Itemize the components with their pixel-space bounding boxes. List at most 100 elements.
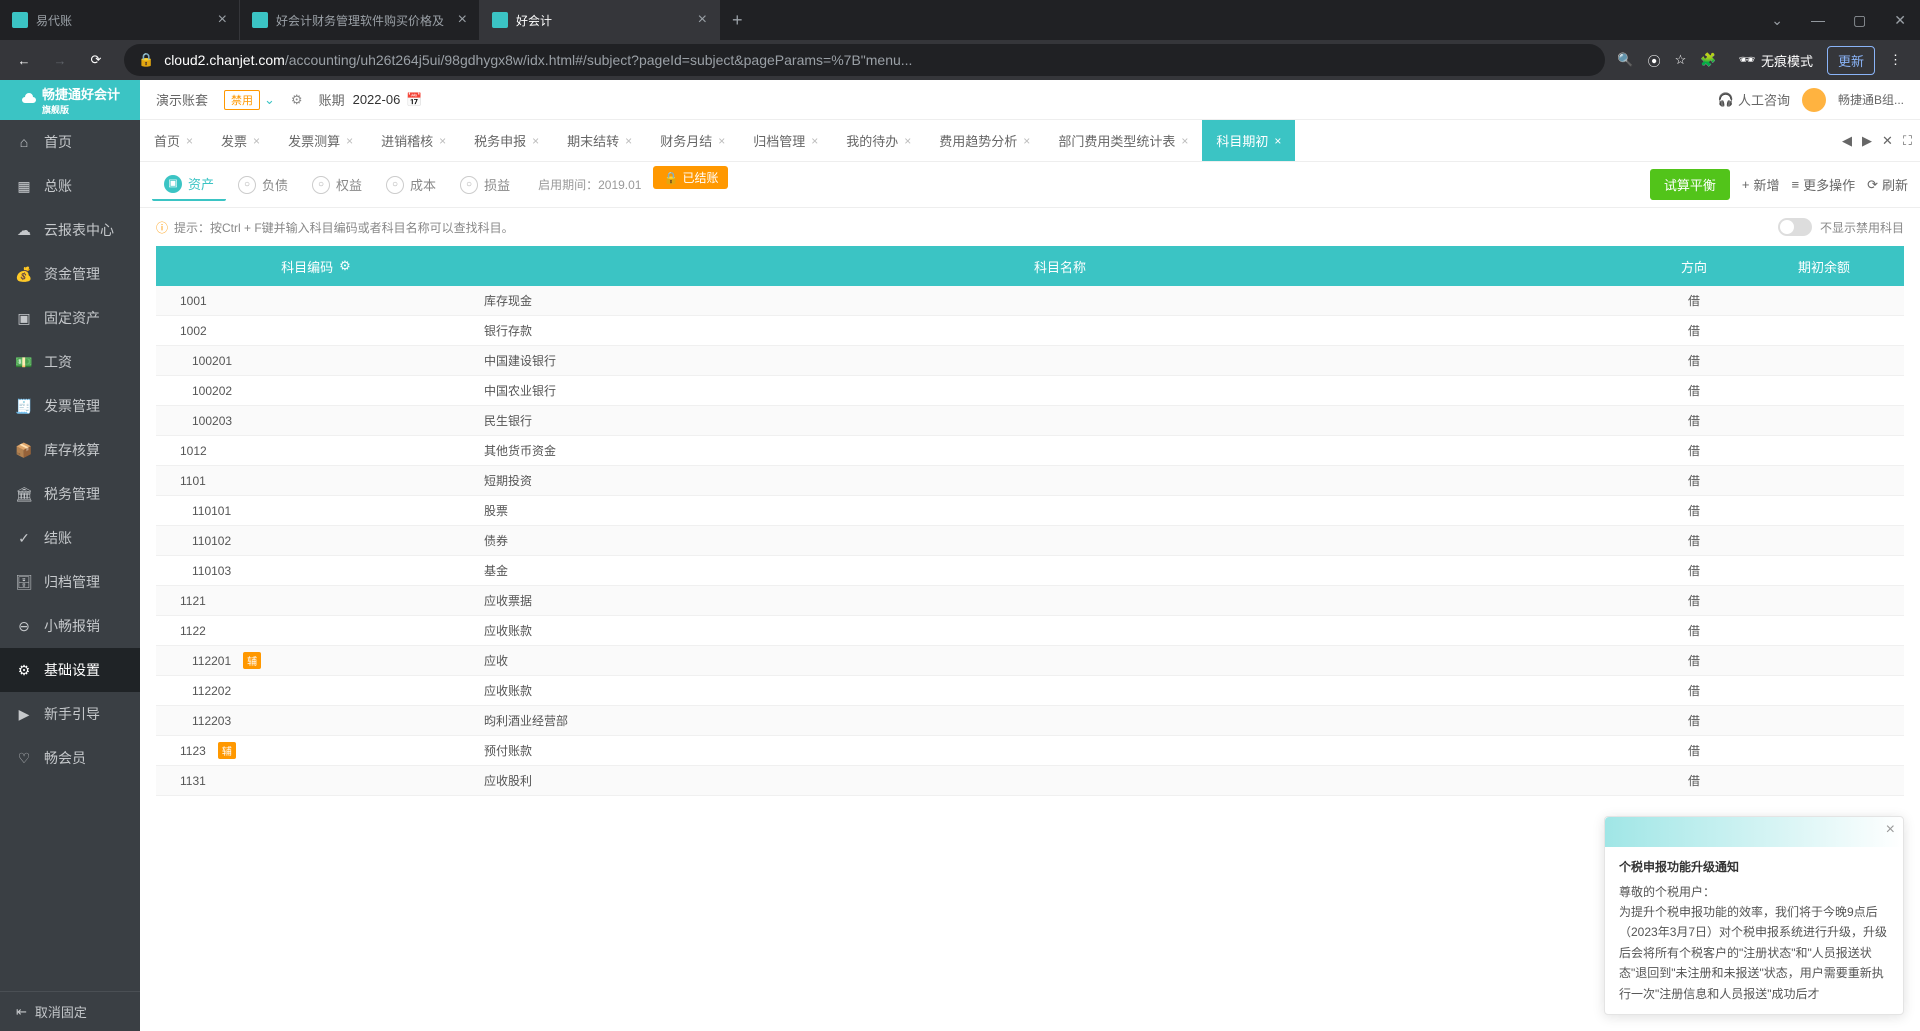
translate-icon[interactable]: ⦿ (1648, 51, 1661, 70)
table-row[interactable]: 112202应收账款借 (156, 676, 1904, 706)
table-row[interactable]: 1123辅预付账款借 (156, 736, 1904, 766)
page-tab[interactable]: 期末结转× (553, 120, 646, 161)
calendar-icon[interactable]: 📅 (406, 92, 422, 108)
reload-button[interactable]: ⟳ (80, 44, 112, 76)
new-tab-button[interactable]: + (720, 0, 755, 40)
zoom-icon[interactable]: 🔍 (1617, 52, 1633, 68)
page-tab[interactable]: 科目期初× (1202, 120, 1295, 161)
page-tab[interactable]: 税务申报× (460, 120, 553, 161)
close-icon[interactable]: × (253, 134, 260, 148)
menu-icon[interactable]: ⋮ (1879, 52, 1912, 68)
page-tab[interactable]: 进销稽核× (367, 120, 460, 161)
gear-icon[interactable]: ⚙ (339, 258, 351, 274)
close-icon[interactable]: × (718, 134, 725, 148)
table-row[interactable]: 1002银行存款借 (156, 316, 1904, 346)
sidebar-item[interactable]: 🏛税务管理 (0, 472, 140, 516)
sidebar-item[interactable]: ⊖小畅报销 (0, 604, 140, 648)
table-row[interactable]: 112203昀利酒业经营部借 (156, 706, 1904, 736)
tabs-next-icon[interactable]: ▶ (1862, 133, 1872, 149)
period-value[interactable]: 2022-06 (353, 92, 401, 107)
close-icon[interactable]: × (625, 134, 632, 148)
page-tab[interactable]: 我的待办× (832, 120, 925, 161)
sidebar-pin-toggle[interactable]: ⇤ 取消固定 (0, 991, 140, 1031)
close-icon[interactable]: × (698, 11, 707, 29)
account-set[interactable]: 演示账套 (156, 90, 208, 109)
close-icon[interactable]: × (1886, 821, 1895, 839)
sidebar-item[interactable]: ☁云报表中心 (0, 208, 140, 252)
extensions-icon[interactable]: 🧩 (1700, 52, 1716, 68)
sidebar-item[interactable]: ▦总账 (0, 164, 140, 208)
avatar[interactable] (1802, 88, 1826, 112)
page-tab[interactable]: 首页× (140, 120, 207, 161)
close-icon[interactable]: × (186, 134, 193, 148)
sidebar-item[interactable]: 💰资金管理 (0, 252, 140, 296)
close-icon[interactable]: × (532, 134, 539, 148)
consult-button[interactable]: 🎧 人工咨询 (1718, 90, 1790, 109)
page-tab[interactable]: 发票测算× (274, 120, 367, 161)
table-row[interactable]: 110102债券借 (156, 526, 1904, 556)
close-icon[interactable]: × (218, 11, 227, 29)
chevron-down-icon[interactable]: ⌄ (264, 92, 275, 108)
sidebar-item[interactable]: ⚙基础设置 (0, 648, 140, 692)
user-name[interactable]: 畅捷通B组... (1838, 91, 1904, 108)
tabs-prev-icon[interactable]: ◀ (1842, 133, 1852, 149)
close-icon[interactable]: × (1023, 134, 1030, 148)
page-tab[interactable]: 财务月结× (646, 120, 739, 161)
disable-subjects-toggle[interactable] (1778, 218, 1812, 236)
table-row[interactable]: 1122应收账款借 (156, 616, 1904, 646)
close-icon[interactable]: × (811, 134, 818, 148)
forward-button[interactable]: → (44, 44, 76, 76)
page-tab[interactable]: 部门费用类型统计表× (1044, 120, 1202, 161)
refresh-button[interactable]: ⟳刷新 (1867, 175, 1908, 194)
table-row[interactable]: 1012其他货币资金借 (156, 436, 1904, 466)
table-row[interactable]: 100203民生银行借 (156, 406, 1904, 436)
close-icon[interactable]: × (458, 11, 467, 29)
table-row[interactable]: 1131应收股利借 (156, 766, 1904, 796)
subtab[interactable]: ▣资产 (152, 168, 226, 201)
sidebar-item[interactable]: 💵工资 (0, 340, 140, 384)
page-tab[interactable]: 费用趋势分析× (925, 120, 1044, 161)
logo[interactable]: 畅捷通好会计 旗舰版 (0, 80, 140, 120)
minimize-icon[interactable]: — (1797, 12, 1839, 28)
table-row[interactable]: 112201辅应收借 (156, 646, 1904, 676)
close-icon[interactable]: × (439, 134, 446, 148)
sidebar-item[interactable]: ▶新手引导 (0, 692, 140, 736)
subtab[interactable]: ○成本 (374, 169, 448, 200)
close-window-icon[interactable]: ✕ (1880, 12, 1920, 29)
sidebar-item[interactable]: ▣固定资产 (0, 296, 140, 340)
close-icon[interactable]: × (904, 134, 911, 148)
subtab[interactable]: ○损益 (448, 169, 522, 200)
table-row[interactable]: 1101短期投资借 (156, 466, 1904, 496)
sidebar-item[interactable]: 🧾发票管理 (0, 384, 140, 428)
browser-tab-active[interactable]: 好会计 × (480, 0, 720, 40)
sidebar-item[interactable]: 🗄归档管理 (0, 560, 140, 604)
add-button[interactable]: +新增 (1742, 175, 1780, 194)
close-icon[interactable]: × (1274, 134, 1281, 148)
chevron-down-icon[interactable]: ⌄ (1757, 12, 1797, 29)
address-bar[interactable]: 🔒 cloud2.chanjet.com/accounting/uh26t264… (124, 44, 1605, 76)
table-row[interactable]: 100201中国建设银行借 (156, 346, 1904, 376)
browser-tab[interactable]: 好会计财务管理软件购买价格及 × (240, 0, 480, 40)
star-icon[interactable]: ☆ (1675, 52, 1687, 68)
page-tab[interactable]: 发票× (207, 120, 274, 161)
sidebar-item[interactable]: ♡畅会员 (0, 736, 140, 780)
gear-icon[interactable]: ⚙ (291, 92, 303, 108)
table-row[interactable]: 110101股票借 (156, 496, 1904, 526)
browser-tab[interactable]: 易代账 × (0, 0, 240, 40)
sidebar-item[interactable]: ✓结账 (0, 516, 140, 560)
subtab[interactable]: ○权益 (300, 169, 374, 200)
close-icon[interactable]: × (346, 134, 353, 148)
table-row[interactable]: 1001库存现金借 (156, 286, 1904, 316)
tabs-expand-icon[interactable]: ⛶ (1903, 133, 1912, 149)
update-button[interactable]: 更新 (1827, 46, 1875, 75)
close-icon[interactable]: × (1181, 134, 1188, 148)
back-button[interactable]: ← (8, 44, 40, 76)
sidebar-item[interactable]: 📦库存核算 (0, 428, 140, 472)
trial-balance-button[interactable]: 试算平衡 (1650, 169, 1730, 200)
table-row[interactable]: 100202中国农业银行借 (156, 376, 1904, 406)
maximize-icon[interactable]: ▢ (1839, 12, 1880, 29)
tabs-close-all-icon[interactable]: ✕ (1882, 133, 1893, 149)
table-row[interactable]: 110103基金借 (156, 556, 1904, 586)
more-actions-button[interactable]: ≡更多操作 (1791, 175, 1855, 194)
table-row[interactable]: 1121应收票据借 (156, 586, 1904, 616)
